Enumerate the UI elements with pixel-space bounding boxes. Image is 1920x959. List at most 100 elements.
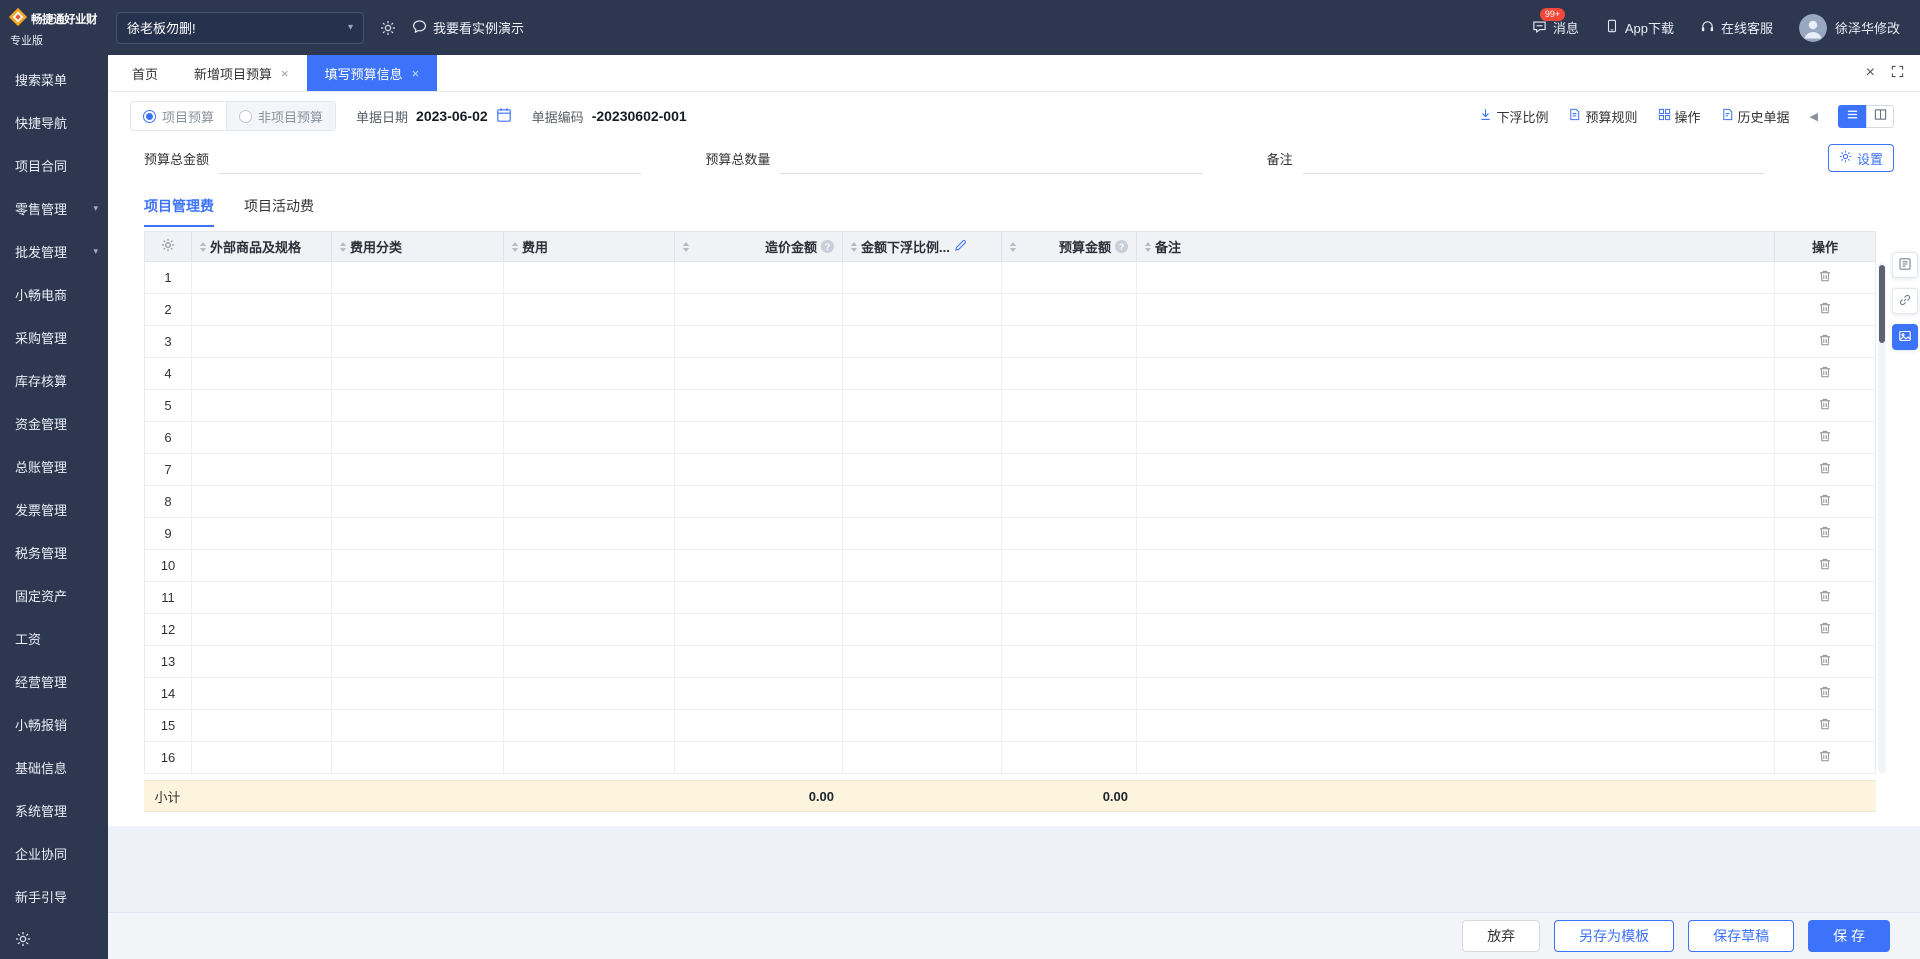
table-cell[interactable] — [675, 422, 843, 453]
table-cell[interactable] — [1002, 294, 1137, 325]
sidebar-item-7[interactable]: 采购管理 — [0, 316, 108, 359]
table-cell[interactable] — [332, 518, 504, 549]
table-cell[interactable] — [332, 550, 504, 581]
sort-icon[interactable] — [851, 241, 857, 252]
scrollbar-thumb[interactable] — [1879, 265, 1885, 343]
table-cell[interactable] — [675, 614, 843, 645]
budget-rules-button[interactable]: 预算规则 — [1568, 107, 1638, 126]
sidebar-item-11[interactable]: 发票管理 — [0, 488, 108, 531]
table-cell[interactable] — [504, 742, 675, 773]
table-cell[interactable] — [1002, 550, 1137, 581]
table-cell[interactable] — [192, 390, 332, 421]
table-cell[interactable] — [675, 582, 843, 613]
sidebar-item-16[interactable]: 小畅报销 — [0, 703, 108, 746]
sort-icon[interactable] — [1145, 241, 1151, 252]
split-view-button[interactable] — [1866, 104, 1894, 128]
table-cell[interactable] — [1002, 646, 1137, 677]
table-cell[interactable] — [843, 294, 1002, 325]
table-cell[interactable] — [504, 326, 675, 357]
table-cell[interactable] — [192, 550, 332, 581]
code-value[interactable]: -20230602-001 — [592, 108, 687, 124]
table-cell[interactable] — [332, 294, 504, 325]
table-cell[interactable] — [675, 742, 843, 773]
tab-new-project-budget[interactable]: 新增项目预算 × — [176, 55, 307, 91]
delete-row-button[interactable] — [1775, 422, 1875, 453]
sidebar-item-15[interactable]: 经营管理 — [0, 660, 108, 703]
close-all-tabs-icon[interactable]: × — [1866, 64, 1875, 82]
sidebar-item-12[interactable]: 税务管理 — [0, 531, 108, 574]
sort-icon[interactable] — [512, 241, 518, 252]
table-cell[interactable] — [1137, 550, 1775, 581]
table-cell[interactable] — [675, 326, 843, 357]
sidebar-item-8[interactable]: 库存核算 — [0, 359, 108, 402]
table-cell[interactable] — [332, 486, 504, 517]
table-cell[interactable] — [1002, 422, 1137, 453]
info-icon[interactable]: ? — [1115, 240, 1128, 253]
sidebar-item-2[interactable]: 快捷导航 — [0, 101, 108, 144]
delete-row-button[interactable] — [1775, 646, 1875, 677]
table-cell[interactable] — [192, 358, 332, 389]
calendar-icon[interactable] — [496, 107, 512, 126]
table-cell[interactable] — [1137, 742, 1775, 773]
sidebar-item-18[interactable]: 系统管理 — [0, 789, 108, 832]
save-draft-button[interactable]: 保存草稿 — [1688, 920, 1795, 952]
sidebar-item-13[interactable]: 固定资产 — [0, 574, 108, 617]
table-cell[interactable] — [192, 486, 332, 517]
table-cell[interactable] — [504, 262, 675, 293]
table-cell[interactable] — [504, 710, 675, 741]
table-cell[interactable] — [192, 646, 332, 677]
table-cell[interactable] — [332, 262, 504, 293]
table-cell[interactable] — [675, 518, 843, 549]
settings-button[interactable]: 设置 — [1827, 144, 1894, 172]
table-cell[interactable] — [332, 710, 504, 741]
table-cell[interactable] — [1137, 454, 1775, 485]
table-cell[interactable] — [1002, 454, 1137, 485]
demo-link[interactable]: 我要看实例演示 — [412, 18, 524, 37]
history-documents-button[interactable]: 历史单据 — [1721, 107, 1790, 126]
tab-project-management-fee[interactable]: 项目管理费 — [144, 196, 214, 227]
discard-button[interactable]: 放弃 — [1462, 920, 1541, 952]
total-quantity-input[interactable] — [780, 148, 1203, 174]
delete-row-button[interactable] — [1775, 454, 1875, 485]
delete-row-button[interactable] — [1775, 582, 1875, 613]
table-cell[interactable] — [1137, 518, 1775, 549]
sidebar-item-3[interactable]: 项目合同 — [0, 144, 108, 187]
table-cell[interactable] — [192, 614, 332, 645]
table-cell[interactable] — [843, 678, 1002, 709]
save-as-template-button[interactable]: 另存为模板 — [1554, 920, 1675, 952]
table-cell[interactable] — [504, 678, 675, 709]
list-view-button[interactable] — [1838, 104, 1866, 128]
table-cell[interactable] — [1002, 486, 1137, 517]
delete-row-button[interactable] — [1775, 710, 1875, 741]
table-cell[interactable] — [1002, 582, 1137, 613]
sidebar-item-20[interactable]: 新手引导 — [0, 875, 108, 918]
table-cell[interactable] — [504, 358, 675, 389]
delete-row-button[interactable] — [1775, 678, 1875, 709]
table-cell[interactable] — [1137, 614, 1775, 645]
tab-home[interactable]: 首页 — [114, 55, 176, 91]
table-cell[interactable] — [192, 710, 332, 741]
table-cell[interactable] — [675, 358, 843, 389]
table-cell[interactable] — [192, 518, 332, 549]
user-menu[interactable]: 徐泽华修改 — [1798, 13, 1900, 42]
close-tab-icon[interactable]: × — [412, 67, 420, 80]
table-cell[interactable] — [843, 582, 1002, 613]
sidebar-item-17[interactable]: 基础信息 — [0, 746, 108, 789]
app-download-button[interactable]: App下载 — [1605, 18, 1674, 37]
table-cell[interactable] — [504, 294, 675, 325]
delete-row-button[interactable] — [1775, 550, 1875, 581]
delete-row-button[interactable] — [1775, 326, 1875, 357]
support-button[interactable]: 在线客服 — [1700, 18, 1773, 37]
table-cell[interactable] — [332, 646, 504, 677]
table-cell[interactable] — [843, 390, 1002, 421]
operations-button[interactable]: 操作 — [1658, 107, 1701, 126]
table-cell[interactable] — [675, 262, 843, 293]
company-selector[interactable]: 徐老板勿删! ▾ — [116, 11, 364, 44]
messages-button[interactable]: 99+ 消息 — [1532, 8, 1579, 37]
save-button[interactable]: 保 存 — [1808, 920, 1890, 952]
fullscreen-icon[interactable] — [1891, 65, 1904, 81]
table-cell[interactable] — [1137, 486, 1775, 517]
table-cell[interactable] — [843, 710, 1002, 741]
table-cell[interactable] — [504, 518, 675, 549]
table-cell[interactable] — [192, 262, 332, 293]
